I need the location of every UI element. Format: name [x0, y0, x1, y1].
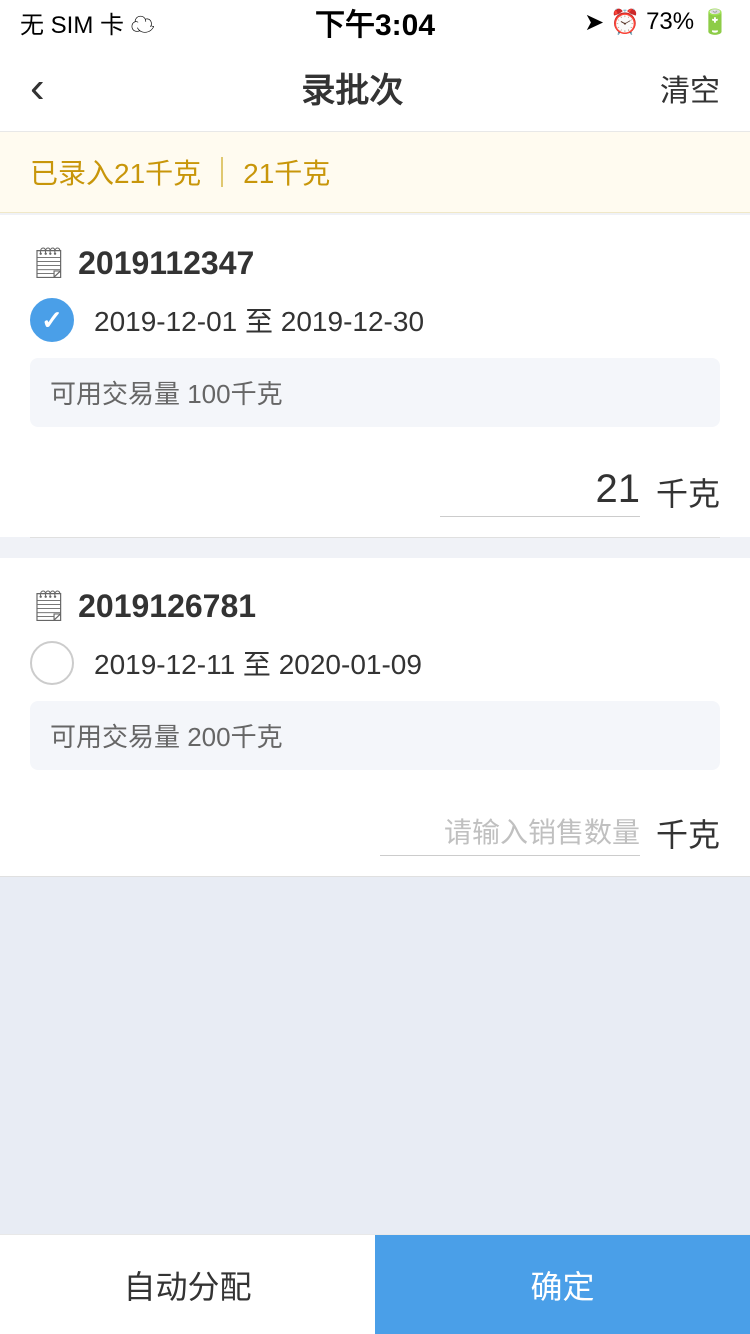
- batch1-date: 2019-12-01 至 2019-12-30: [94, 300, 424, 340]
- separator-1: [30, 537, 720, 538]
- batch2-icon: 🗒: [30, 589, 68, 624]
- batch2-date-row: 2019-12-11 至 2020-01-09: [30, 641, 720, 685]
- batch2-id: 2019126781: [78, 588, 256, 625]
- info-banner: 已录入21千克 21千克: [0, 132, 750, 213]
- status-left: 无 SIM 卡 ☁: [20, 5, 155, 40]
- batch2-available: 可用交易量 200千克: [30, 701, 720, 770]
- location-icon: ➤: [584, 8, 604, 37]
- status-time: 下午3:04: [315, 0, 435, 44]
- batch1-available: 可用交易量 100千克: [30, 358, 720, 427]
- alarm-icon: ⏰: [610, 8, 640, 37]
- batch2-unit: 千克: [656, 810, 720, 856]
- confirm-button[interactable]: 确定: [375, 1235, 750, 1334]
- recorded-amount: 已录入21千克: [30, 152, 201, 192]
- bottom-bar: 自动分配 确定: [0, 1234, 750, 1334]
- clear-button[interactable]: 清空: [660, 66, 720, 110]
- batch1-radio[interactable]: [30, 298, 74, 342]
- main-content: 🗒 2019112347 2019-12-01 至 2019-12-30 可用交…: [0, 213, 750, 1315]
- batch1-quantity-value[interactable]: 21: [595, 467, 640, 512]
- info-divider: [221, 157, 223, 187]
- battery-icon: 🔋: [700, 8, 730, 37]
- batch1-quantity-underline: 21: [440, 467, 640, 517]
- back-button[interactable]: ‹: [30, 66, 45, 110]
- batch-card-1: 🗒 2019112347 2019-12-01 至 2019-12-30 可用交…: [0, 215, 750, 447]
- amount-value: 21千克: [243, 152, 330, 192]
- page-title: 录批次: [301, 63, 403, 112]
- batch2-date: 2019-12-11 至 2020-01-09: [94, 643, 422, 683]
- batch2-radio[interactable]: [30, 641, 74, 685]
- auto-distribute-button[interactable]: 自动分配: [0, 1235, 375, 1334]
- batch1-date-row: 2019-12-01 至 2019-12-30: [30, 298, 720, 342]
- status-right: ➤ ⏰ 73% 🔋: [584, 8, 730, 37]
- battery-text: 73%: [646, 8, 694, 36]
- batch-card-2: 🗒 2019126781 2019-12-11 至 2020-01-09 可用交…: [0, 558, 750, 790]
- batch1-quantity-row: 21 千克: [0, 447, 750, 537]
- batch2-input-placeholder[interactable]: 请输入销售数量: [444, 811, 640, 851]
- batch2-header: 🗒 2019126781: [30, 588, 720, 625]
- batch2-input-underline: 请输入销售数量: [380, 811, 640, 856]
- no-sim-text: 无 SIM 卡 ☁: [20, 5, 155, 40]
- nav-bar: ‹ 录批次 清空: [0, 44, 750, 132]
- batch1-header: 🗒 2019112347: [30, 245, 720, 282]
- batch2-input-row: 请输入销售数量 千克: [0, 790, 750, 877]
- batch1-id: 2019112347: [78, 245, 254, 282]
- status-bar: 无 SIM 卡 ☁ 下午3:04 ➤ ⏰ 73% 🔋: [0, 0, 750, 44]
- batch1-unit: 千克: [656, 469, 720, 515]
- batch1-icon: 🗒: [30, 246, 68, 281]
